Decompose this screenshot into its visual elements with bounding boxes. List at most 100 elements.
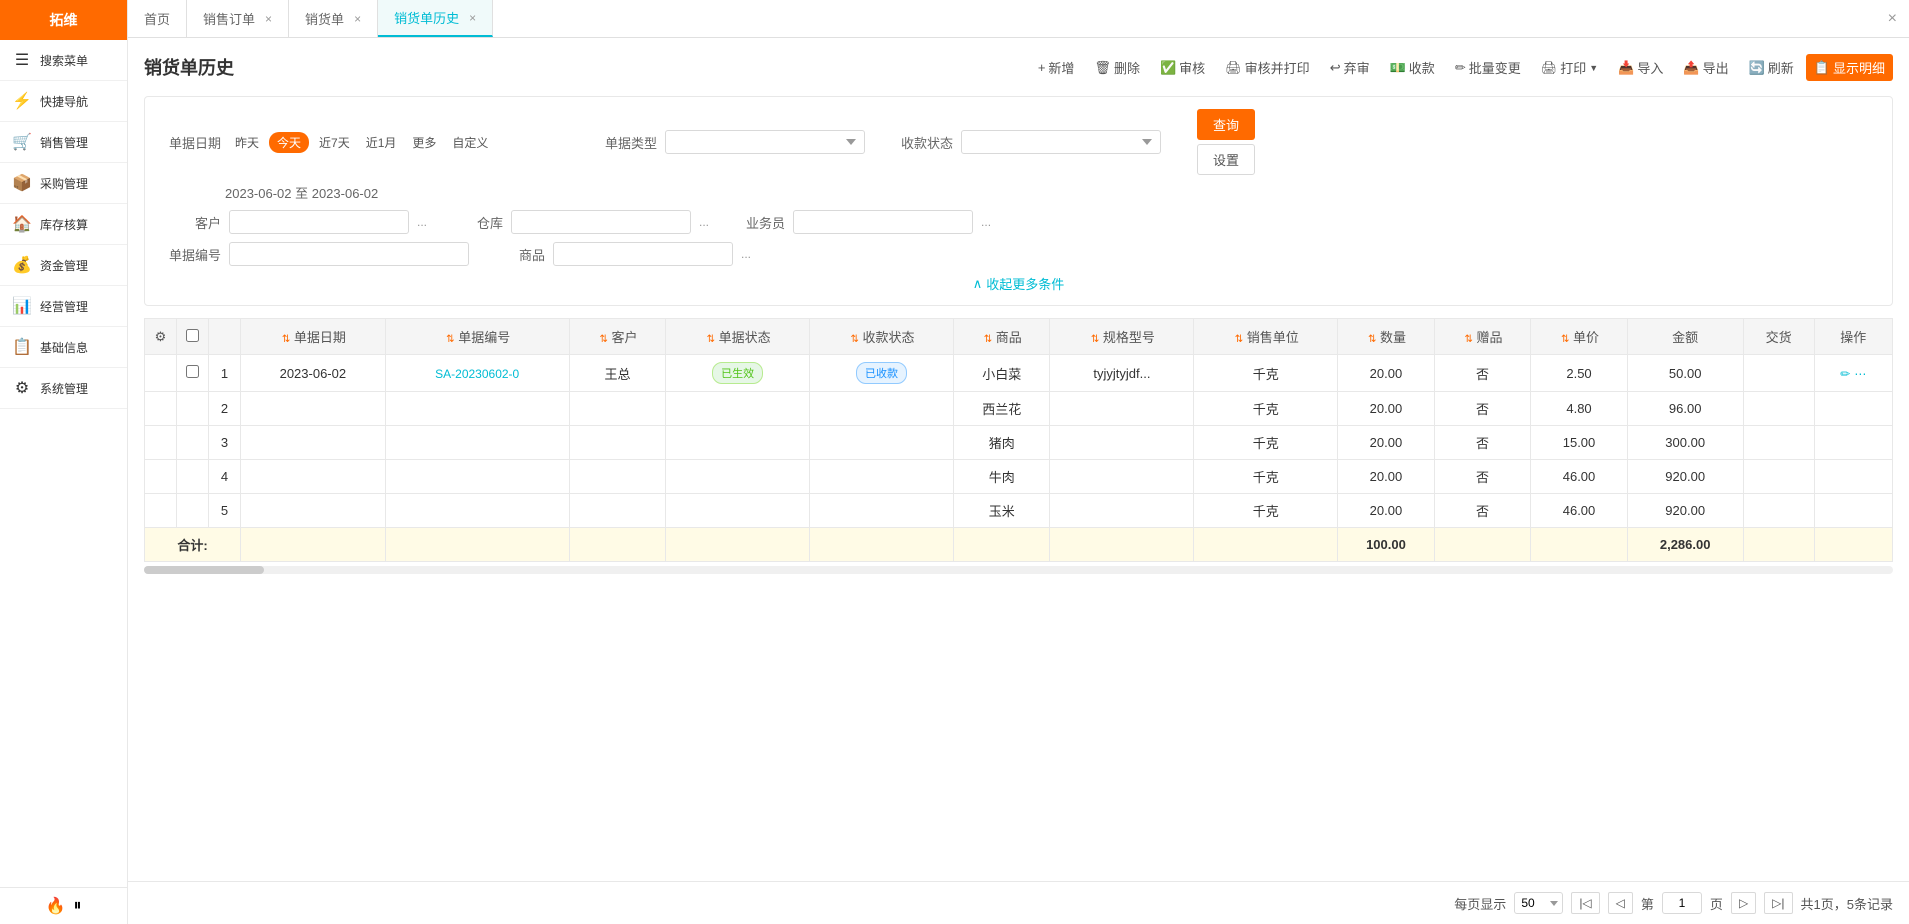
date-custom-btn[interactable]: 自定义 bbox=[446, 132, 494, 153]
row-select-checkbox[interactable] bbox=[186, 365, 199, 378]
col-seq bbox=[209, 319, 241, 355]
query-button[interactable]: 查询 bbox=[1197, 109, 1255, 140]
per-page-select[interactable]: 50 20 100 bbox=[1514, 892, 1563, 914]
row-payment-status bbox=[810, 460, 954, 494]
col-doc-status[interactable]: ⇅ 单据状态 bbox=[666, 319, 810, 355]
tab-bar-close-btn[interactable]: × bbox=[1876, 10, 1909, 28]
sidebar-item-quick-nav[interactable]: ⚡ 快捷导航 bbox=[0, 81, 127, 122]
col-payment-status[interactable]: ⇅ 收款状态 bbox=[810, 319, 954, 355]
tab-sales-delivery-close[interactable]: × bbox=[354, 12, 361, 26]
setting-button[interactable]: 设置 bbox=[1197, 144, 1255, 175]
page-input[interactable] bbox=[1662, 892, 1702, 914]
tab-sales-history[interactable]: 销货单历史 × bbox=[378, 0, 493, 37]
row-doc-status bbox=[666, 426, 810, 460]
batch-change-button[interactable]: ✏ 批量变更 bbox=[1447, 54, 1529, 81]
audit-icon: ✅ bbox=[1160, 60, 1176, 76]
date-yesterday-btn[interactable]: 昨天 bbox=[229, 132, 265, 153]
page-label: 第 bbox=[1641, 894, 1654, 913]
col-doc-number[interactable]: ⇅ 单据编号 bbox=[385, 319, 569, 355]
warehouse-ellipsis[interactable]: ... bbox=[699, 215, 709, 229]
sidebar-item-search-menu[interactable]: ☰ 搜索菜单 bbox=[0, 40, 127, 81]
collect-button[interactable]: 💵 收款 bbox=[1382, 54, 1443, 81]
sort-icon: ⇅ bbox=[599, 334, 607, 345]
tab-sales-order-close[interactable]: × bbox=[265, 12, 272, 26]
purchase-icon: 📦 bbox=[12, 173, 32, 193]
discard-button[interactable]: ↩ 弃审 bbox=[1322, 54, 1378, 81]
customer-ellipsis[interactable]: ... bbox=[417, 215, 427, 229]
audit-button[interactable]: ✅ 审核 bbox=[1152, 54, 1213, 81]
show-detail-button[interactable]: 📋 显示明细 bbox=[1806, 54, 1893, 81]
summary-quantity: 100.00 bbox=[1338, 528, 1435, 562]
sort-icon: ⇅ bbox=[446, 334, 454, 345]
sidebar-item-basic-info[interactable]: 📋 基础信息 bbox=[0, 327, 127, 368]
sidebar-item-purchase-mgmt[interactable]: 📦 采购管理 bbox=[0, 163, 127, 204]
next-page-btn[interactable]: ▷ bbox=[1731, 892, 1756, 914]
tab-sales-delivery[interactable]: 销货单 × bbox=[289, 0, 378, 37]
more-action[interactable]: ⋯ bbox=[1854, 367, 1866, 381]
basic-info-icon: 📋 bbox=[12, 337, 32, 357]
row-spec bbox=[1050, 460, 1194, 494]
sidebar-item-sales-mgmt[interactable]: 🛒 销售管理 bbox=[0, 122, 127, 163]
row-settings bbox=[145, 355, 177, 392]
date-7days-btn[interactable]: 近7天 bbox=[313, 132, 356, 153]
delete-button[interactable]: 🗑 删除 bbox=[1086, 54, 1148, 81]
col-settings[interactable]: ⚙ bbox=[145, 319, 177, 355]
filter-doctype-select[interactable] bbox=[665, 130, 865, 154]
collapse-btn[interactable]: ∧ 收起更多条件 bbox=[161, 274, 1876, 293]
filter-warehouse-input[interactable] bbox=[511, 210, 691, 234]
tab-sales-order[interactable]: 销售订单 × bbox=[187, 0, 289, 37]
col-gift[interactable]: ⇅ 赠品 bbox=[1434, 319, 1531, 355]
sidebar-item-label: 销售管理 bbox=[40, 134, 88, 151]
row-settings bbox=[145, 392, 177, 426]
col-doc-date[interactable]: ⇅ 单据日期 bbox=[241, 319, 386, 355]
pause-icon[interactable]: ⏸ bbox=[73, 897, 81, 915]
col-customer[interactable]: ⇅ 客户 bbox=[569, 319, 666, 355]
sidebar-item-inventory[interactable]: 🏠 库存核算 bbox=[0, 204, 127, 245]
col-unit[interactable]: ⇅ 销售单位 bbox=[1194, 319, 1338, 355]
payment-status-badge: 已收款 bbox=[856, 362, 907, 384]
goods-ellipsis[interactable]: ... bbox=[741, 247, 751, 261]
row-doc-number: SA-20230602-0 bbox=[385, 355, 569, 392]
horizontal-scrollbar[interactable] bbox=[144, 566, 1893, 574]
filter-payment-label: 收款状态 bbox=[893, 133, 953, 152]
tab-sales-history-close[interactable]: × bbox=[469, 11, 476, 25]
last-page-btn[interactable]: ▷| bbox=[1764, 892, 1792, 914]
col-goods[interactable]: ⇅ 商品 bbox=[953, 319, 1050, 355]
settings-gear-icon[interactable]: ⚙ bbox=[155, 329, 167, 344]
col-quantity[interactable]: ⇅ 数量 bbox=[1338, 319, 1435, 355]
filter-date-item: 单据日期 昨天 今天 近7天 近1月 更多 自定义 bbox=[161, 132, 581, 153]
col-unit-price[interactable]: ⇅ 单价 bbox=[1531, 319, 1628, 355]
select-all-checkbox[interactable] bbox=[186, 329, 199, 342]
date-1month-btn[interactable]: 近1月 bbox=[360, 132, 403, 153]
row-doc-status: 已生效 bbox=[666, 355, 810, 392]
sidebar-item-ops-mgmt[interactable]: 📊 经营管理 bbox=[0, 286, 127, 327]
sidebar-item-system-mgmt[interactable]: ⚙ 系统管理 bbox=[0, 368, 127, 409]
salesperson-ellipsis[interactable]: ... bbox=[981, 215, 991, 229]
doc-number-link[interactable]: SA-20230602-0 bbox=[435, 367, 519, 381]
edit-action[interactable]: ✏ bbox=[1840, 367, 1850, 381]
sidebar-item-label: 库存核算 bbox=[40, 216, 88, 233]
scrollbar-thumb[interactable] bbox=[144, 566, 264, 574]
filter-salesperson-input[interactable] bbox=[793, 210, 973, 234]
filter-payment-select[interactable] bbox=[961, 130, 1161, 154]
date-more-btn[interactable]: 更多 bbox=[406, 132, 442, 153]
date-quick-buttons: 昨天 今天 近7天 近1月 更多 自定义 bbox=[229, 132, 494, 153]
fire-icon[interactable]: 🔥 bbox=[46, 896, 66, 916]
sidebar-item-finance-mgmt[interactable]: 💰 资金管理 bbox=[0, 245, 127, 286]
row-doc-number bbox=[385, 494, 569, 528]
col-spec[interactable]: ⇅ 规格型号 bbox=[1050, 319, 1194, 355]
export-button[interactable]: 📤 导出 bbox=[1675, 54, 1736, 81]
tab-home[interactable]: 首页 bbox=[128, 0, 187, 37]
filter-goods-input[interactable] bbox=[553, 242, 733, 266]
new-button[interactable]: + 新增 bbox=[1030, 54, 1083, 81]
audit-print-button[interactable]: 🖨 审核并打印 bbox=[1217, 54, 1318, 81]
row-doc-number bbox=[385, 460, 569, 494]
import-button[interactable]: 📥 导入 bbox=[1610, 54, 1671, 81]
prev-page-btn[interactable]: ◁ bbox=[1608, 892, 1633, 914]
first-page-btn[interactable]: |◁ bbox=[1571, 892, 1599, 914]
filter-docnumber-input[interactable] bbox=[229, 242, 469, 266]
print-button[interactable]: 🖨 打印 ▼ bbox=[1533, 54, 1606, 81]
filter-customer-input[interactable] bbox=[229, 210, 409, 234]
refresh-button[interactable]: 🔄 刷新 bbox=[1741, 54, 1802, 81]
date-today-btn[interactable]: 今天 bbox=[269, 132, 309, 153]
